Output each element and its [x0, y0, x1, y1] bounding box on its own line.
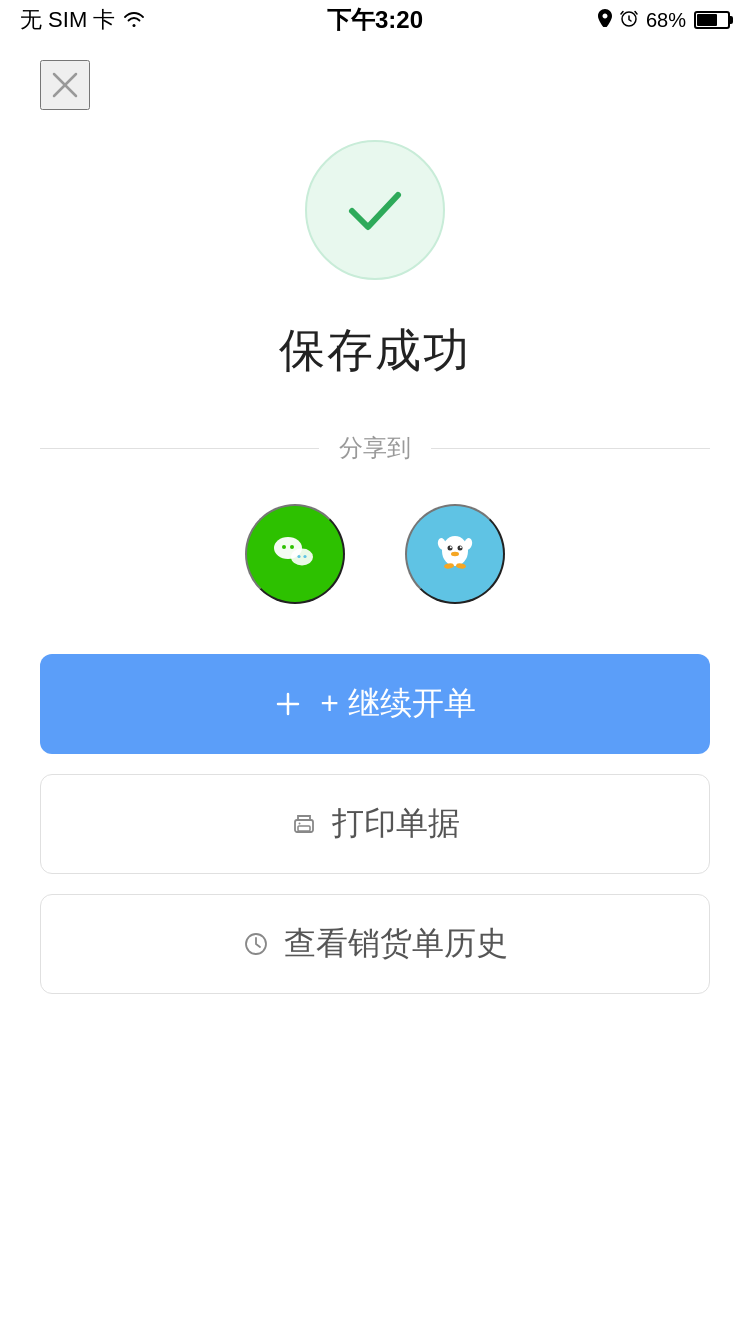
svg-point-5 [282, 545, 286, 549]
wechat-icon [267, 526, 323, 582]
share-section: 分享到 [40, 432, 710, 604]
print-label: 打印单据 [332, 802, 460, 846]
print-button[interactable]: 打印单据 [40, 774, 710, 874]
svg-point-6 [290, 545, 294, 549]
svg-point-4 [291, 549, 313, 566]
status-bar: 无 SIM 卡 下午3:20 68% [0, 0, 750, 40]
svg-point-10 [448, 546, 453, 551]
location-icon [598, 9, 612, 32]
plus-icon [274, 690, 302, 718]
svg-point-11 [458, 546, 463, 551]
battery-percentage: 68% [646, 9, 686, 32]
success-title: 保存成功 [279, 320, 471, 382]
close-button[interactable] [40, 60, 90, 110]
share-icons [40, 504, 710, 604]
svg-point-23 [299, 823, 301, 825]
alarm-icon [620, 9, 638, 32]
checkmark-icon [340, 175, 410, 245]
svg-point-7 [297, 555, 300, 558]
svg-point-12 [450, 546, 452, 548]
wifi-icon [123, 7, 145, 33]
main-content: 保存成功 分享到 [0, 40, 750, 1034]
share-label: 分享到 [319, 432, 431, 464]
no-sim-text: 无 SIM 卡 [20, 5, 115, 35]
status-time: 下午3:20 [327, 4, 423, 36]
status-left: 无 SIM 卡 [20, 5, 145, 35]
svg-point-9 [442, 536, 468, 566]
history-icon [242, 930, 270, 958]
continue-button[interactable]: + 继续开单 [40, 654, 710, 754]
svg-rect-22 [298, 826, 310, 831]
history-label: 查看销货单历史 [284, 922, 508, 966]
success-icon-circle [305, 140, 445, 280]
svg-point-13 [460, 546, 462, 548]
svg-point-14 [451, 552, 459, 556]
action-buttons: + 继续开单 打印单据 查看销货单历史 [40, 654, 710, 994]
qq-icon [427, 526, 483, 582]
qq-share-button[interactable] [405, 504, 505, 604]
continue-label: + 继续开单 [320, 682, 476, 726]
battery-icon [694, 11, 730, 29]
svg-point-8 [303, 555, 306, 558]
history-button[interactable]: 查看销货单历史 [40, 894, 710, 994]
wechat-share-button[interactable] [245, 504, 345, 604]
share-divider: 分享到 [40, 432, 710, 464]
print-icon [290, 810, 318, 838]
status-right: 68% [598, 9, 730, 32]
